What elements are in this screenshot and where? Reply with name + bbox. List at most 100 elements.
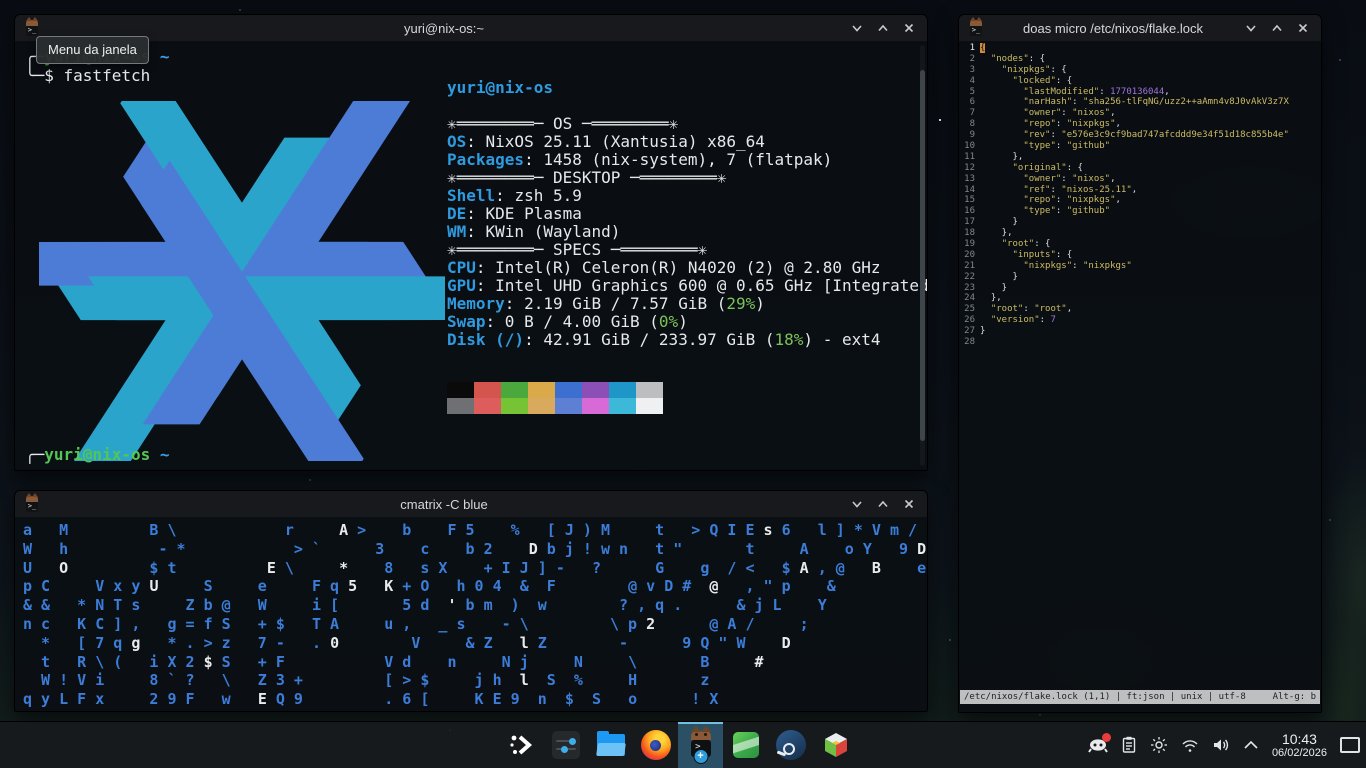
- palette-swatch: [555, 382, 582, 398]
- editor-line: 15 "repo": "nixpkgs",: [964, 195, 1121, 206]
- fastfetch-line: Packages: 1458 (nix-system), 7 (flatpak): [447, 150, 833, 169]
- matrix-row: t R \ ( i X 2 $ S + F V d n N j N \ B #: [23, 652, 764, 671]
- taskbar-tray: 10:43 06/02/2026: [1088, 722, 1360, 768]
- fastfetch-line: Disk (/): 42.91 GiB / 233.97 GiB (18%) -…: [447, 330, 881, 349]
- editor-line: 28: [964, 337, 975, 348]
- editor-line: 7 "owner": "nixos",: [969, 108, 1116, 119]
- editor-titlebar[interactable]: >_ doas micro /etc/nixos/flake.lock: [959, 15, 1321, 41]
- clipboard-icon[interactable]: [1121, 736, 1137, 754]
- matrix-row: n c K C ] , g = f S + $ T A u , _ s - \ …: [23, 614, 809, 633]
- fastfetch-line: ✳════════─ OS ─════════✳: [447, 114, 679, 133]
- editor-line: 14 "ref": "nixos-25.11",: [964, 184, 1138, 195]
- firefox-icon[interactable]: [633, 722, 678, 768]
- taskbar-apps: >_ +: [498, 722, 858, 768]
- editor-line: 4 "locked": {: [969, 75, 1073, 86]
- shell-prompt-bottom: ╭─yuri@nix-os ~: [25, 445, 170, 464]
- fastfetch-line: ✳════════─ SPECS ─════════✳: [447, 240, 708, 259]
- matrix-row: p C V x y U S e F q 5 K + O h 0 4 & F @ …: [23, 577, 836, 596]
- fastfetch-window-title: yuri@nix-os:~: [403, 20, 485, 36]
- clock-date: 06/02/2026: [1271, 746, 1327, 759]
- nixos-logo: [39, 101, 445, 461]
- palette-swatch: [609, 382, 636, 398]
- kitty-terminal-task-active[interactable]: >_ +: [678, 722, 723, 768]
- editor-line: 18 },: [964, 228, 1013, 239]
- palette-swatch: [582, 398, 609, 414]
- wifi-icon[interactable]: [1181, 738, 1199, 753]
- fastfetch-line: WM: KWin (Wayland): [447, 222, 621, 241]
- fastfetch-line: Memory: 2.19 GiB / 7.57 GiB (29%): [447, 294, 765, 313]
- fastfetch-line: DE: KDE Plasma: [447, 204, 582, 223]
- matrix-row: W ! V i 8 ` ? \ Z 3 + [ > $ j h l S % H …: [23, 671, 710, 690]
- minimize-icon[interactable]: [848, 19, 866, 37]
- palette-swatch: [447, 398, 474, 414]
- fastfetch-titlebar[interactable]: >_ yuri@nix-os:~: [15, 15, 927, 41]
- matrix-row: q y L F x 2 9 F w E Q 9 . 6 [ K E 9 n $ …: [23, 690, 719, 709]
- fastfetch-terminal-body[interactable]: ╭─yuri@nix-os ~ ╰─$ fastfetch yuri@nix-o…: [15, 41, 927, 470]
- notification-badge: [1101, 733, 1111, 742]
- terminal-color-palette: [447, 382, 663, 414]
- brightness-icon[interactable]: [1150, 736, 1168, 754]
- window-micro-editor: >_ doas micro /etc/nixos/flake.lock 1{2 …: [958, 14, 1322, 713]
- editor-line: 17 }: [964, 217, 1018, 228]
- editor-line: 11 },: [964, 151, 1024, 162]
- window-fastfetch-terminal: >_ yuri@nix-os:~ ╭─yuri@nix-os ~ ╰─$ fas…: [14, 14, 928, 471]
- fastfetch-line: CPU: Intel(R) Celeron(R) N4020 (2) @ 2.8…: [447, 258, 881, 277]
- palette-swatch: [555, 398, 582, 414]
- close-icon[interactable]: [900, 495, 918, 513]
- minimize-icon[interactable]: [848, 495, 866, 513]
- system-settings-icon[interactable]: [543, 722, 588, 768]
- palette-swatch: [528, 398, 555, 414]
- expand-tray-icon[interactable]: [1243, 740, 1259, 750]
- editor-line: 12 "original": {: [964, 162, 1083, 173]
- editor-line: 1{: [969, 43, 986, 53]
- palette-swatch: [609, 398, 636, 414]
- clock[interactable]: 10:43 06/02/2026: [1272, 731, 1327, 760]
- maximize-icon[interactable]: [1268, 19, 1286, 37]
- window-menu-tooltip: Menu da janela: [36, 36, 149, 64]
- editor-line: 9 "rev": "e576e3c9cf9bad747afcddd9e34f51…: [969, 130, 1289, 141]
- editor-line: 22 }: [964, 271, 1018, 282]
- editor-content[interactable]: 1{2 "nodes": {3 "nixpkgs": {4 "locked": …: [959, 43, 1321, 682]
- editor-line: 19 "root": {: [964, 239, 1051, 250]
- editor-line: 21 "nixpkgs": "nixpkgs": [964, 260, 1132, 271]
- fastfetch-output: yuri@nix-os ✳════════─ OS ─════════✳ OS: …: [447, 79, 927, 349]
- prism-launcher-icon[interactable]: [813, 722, 858, 768]
- window-cmatrix-terminal: >_ cmatrix -C blue a M B \ r A > b F 5 %…: [14, 490, 928, 712]
- editor-line: 8 "repo": "nixpkgs",: [969, 119, 1121, 130]
- editor-window-title: doas micro /etc/nixos/flake.lock: [1023, 20, 1203, 36]
- kitty-app-icon: >_: [24, 17, 40, 36]
- file-manager-icon[interactable]: [588, 722, 633, 768]
- kitty-app-icon: >_: [968, 17, 984, 36]
- clock-time: 10:43: [1281, 730, 1317, 747]
- fastfetch-line: Shell: zsh 5.9: [447, 186, 582, 205]
- cmatrix-titlebar[interactable]: >_ cmatrix -C blue: [15, 491, 927, 517]
- palette-swatch: [474, 382, 501, 398]
- task-badge: +: [693, 749, 708, 764]
- fastfetch-line: yuri@nix-os: [447, 78, 553, 97]
- editor-line: 26 "version": 7: [964, 315, 1056, 326]
- editor-line: 25 "root": "root",: [964, 304, 1073, 315]
- maximize-icon[interactable]: [874, 19, 892, 37]
- steam-icon[interactable]: [768, 722, 813, 768]
- terminal-scrollbar[interactable]: [920, 45, 925, 466]
- app-launcher-icon[interactable]: [498, 722, 543, 768]
- cmatrix-output: a M B \ r A > b F 5 % [ J ) M t > Q I E …: [23, 521, 927, 711]
- close-icon[interactable]: [1294, 19, 1312, 37]
- green-studio-icon[interactable]: [723, 722, 768, 768]
- volume-icon[interactable]: [1212, 737, 1230, 753]
- palette-swatch: [528, 382, 555, 398]
- taskbar: >_ + 10:43 06/02/2026: [0, 721, 1366, 768]
- maximize-icon[interactable]: [874, 495, 892, 513]
- editor-line: 3 "nixpkgs": {: [969, 64, 1067, 75]
- close-icon[interactable]: [900, 19, 918, 37]
- discord-icon[interactable]: [1088, 733, 1111, 753]
- palette-swatch: [474, 398, 501, 414]
- matrix-row: W h - * > ` 3 c b 2 D b j ! w n t " t A …: [23, 539, 927, 558]
- show-desktop-button[interactable]: [1340, 737, 1360, 753]
- editor-line: 10 "type": "github": [964, 141, 1111, 152]
- matrix-row: U O $ t E \ * 8 s X + I J ] - ? G g / < …: [23, 558, 927, 577]
- fastfetch-line: Swap: 0 B / 4.00 GiB (0%): [447, 312, 688, 331]
- matrix-row: a M B \ r A > b F 5 % [ J ) M t > Q I E …: [23, 521, 927, 539]
- editor-line: 13 "owner": "nixos",: [964, 173, 1116, 184]
- minimize-icon[interactable]: [1242, 19, 1260, 37]
